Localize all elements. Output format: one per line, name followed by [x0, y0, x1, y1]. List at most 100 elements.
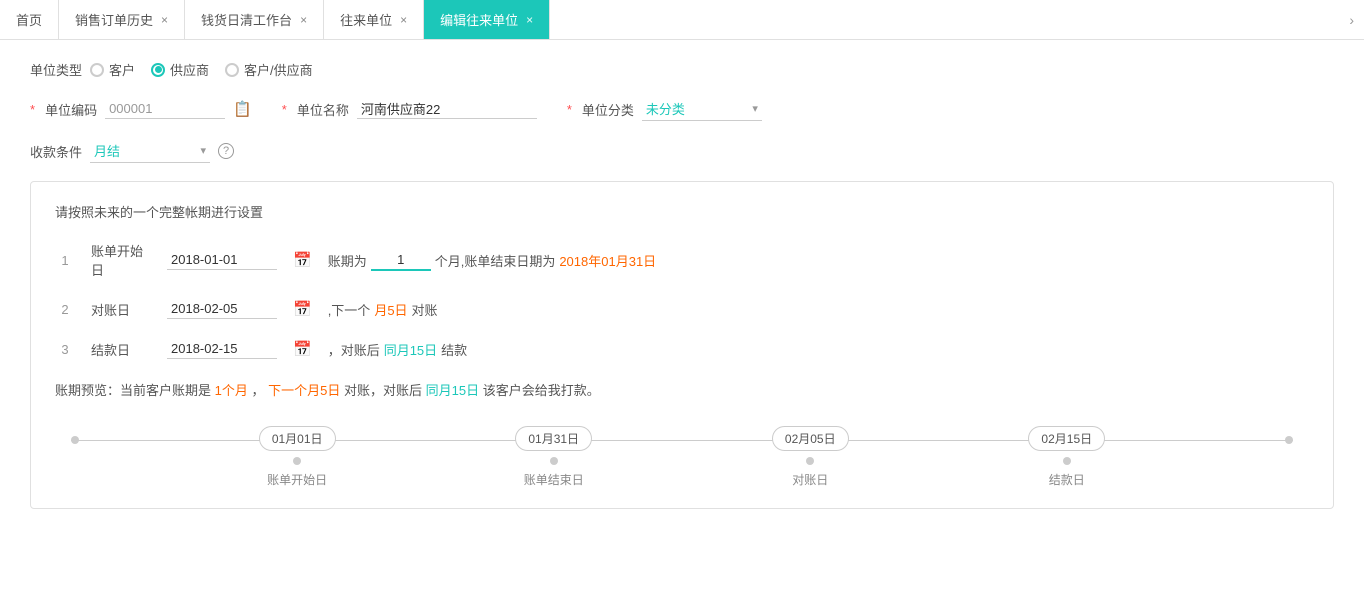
row1-cal-icon[interactable]: 📅	[293, 251, 312, 269]
radio-customer-label: 客户	[109, 60, 135, 79]
timeline-dot-4	[1063, 457, 1071, 465]
payment-select-arrow: ▾	[200, 144, 206, 157]
account-date-row: 2 对账日 📅 ,下一个 月5日 对账	[55, 299, 1309, 319]
tab-sales-history-label: 销售订单历史	[75, 10, 153, 29]
timeline-label-2: 01月31日	[515, 426, 592, 451]
unit-type-row: 单位类型 客户 供应商 客户/供应商	[30, 60, 1334, 79]
period-input[interactable]	[371, 250, 431, 271]
radio-customer-circle	[90, 63, 104, 77]
row3-label: 结款日	[91, 340, 151, 359]
radio-both[interactable]: 客户/供应商	[225, 60, 313, 79]
radio-both-label: 客户/供应商	[244, 60, 313, 79]
unit-name-star: *	[282, 102, 287, 117]
radio-both-circle	[225, 63, 239, 77]
period-box: 请按照未来的一个完整帐期进行设置 1 账单开始日 📅 账期为 个月,账单结束日期…	[30, 181, 1334, 509]
preview-prefix: 账期预览：当前客户账期是	[55, 383, 211, 398]
tab-cashwork-label: 钱货日清工作台	[201, 10, 292, 29]
timeline-label-3: 02月05日	[772, 426, 849, 451]
tab-unit-label: 往来单位	[340, 10, 392, 29]
box-title: 请按照未来的一个完整帐期进行设置	[55, 202, 1309, 221]
payment-select[interactable]: 月结 ▾	[90, 139, 210, 163]
preview-part3: 同月15日	[426, 383, 479, 398]
row2-cal-icon[interactable]: 📅	[293, 300, 312, 318]
unit-type-radio-group: 客户 供应商 客户/供应商	[90, 60, 313, 79]
unit-category-value: 未分类	[646, 99, 748, 118]
unit-category-label: 单位分类	[582, 100, 634, 119]
timeline-right-dot	[1285, 436, 1293, 444]
tab-sales-history[interactable]: 销售订单历史 ×	[59, 0, 185, 39]
row2-date-input[interactable]	[167, 299, 277, 319]
unit-category-star: *	[567, 102, 572, 117]
timeline-point-2: 01月31日 账单结束日	[515, 426, 592, 488]
timeline-point-4: 02月15日 结款日	[1028, 426, 1105, 488]
main-content: 单位类型 客户 供应商 客户/供应商 * 单位编码	[0, 40, 1364, 608]
row3-prefix: ，对账后	[328, 340, 380, 359]
tab-cashwork-close[interactable]: ×	[300, 13, 307, 27]
row1-num: 1	[55, 253, 75, 268]
unit-type-field: 单位类型 客户 供应商 客户/供应商	[30, 60, 313, 79]
tab-home-label: 首页	[16, 10, 42, 29]
unit-code-icon[interactable]: 📋	[233, 100, 252, 118]
timeline-dot-2	[550, 457, 558, 465]
tab-sales-history-close[interactable]: ×	[161, 13, 168, 27]
row3-date-input[interactable]	[167, 339, 277, 359]
row3-desc: ，对账后 同月15日 结款	[328, 340, 468, 359]
row2-desc: ,下一个 月5日 对账	[328, 300, 438, 319]
period-unit-text: 个月,账单结束日期为	[435, 251, 556, 270]
row2-label: 对账日	[91, 300, 151, 319]
payment-help-icon[interactable]: ?	[218, 143, 234, 159]
unit-category-field: * 单位分类 未分类 ▾	[567, 97, 762, 121]
payment-field: 收款条件 月结 ▾ ?	[30, 139, 234, 163]
timeline-point-1: 01月01日 账单开始日	[259, 426, 336, 488]
row2-prefix: ,下一个	[328, 300, 371, 319]
tab-edit-unit-close[interactable]: ×	[526, 13, 533, 27]
payment-row: 收款条件 月结 ▾ ?	[30, 139, 1334, 163]
unit-category-select[interactable]: 未分类 ▾	[642, 97, 762, 121]
tab-edit-unit-label: 编辑往来单位	[440, 10, 518, 29]
timeline-right-end	[1285, 426, 1293, 444]
payment-value: 月结	[94, 141, 196, 160]
tab-home[interactable]: 首页	[0, 0, 59, 39]
unit-code-label: 单位编码	[45, 100, 97, 119]
tab-bar: 首页 销售订单历史 × 钱货日清工作台 × 往来单位 × 编辑往来单位 × ›	[0, 0, 1364, 40]
preview-part2: 下一个月5日	[268, 383, 340, 398]
preview-text: 账期预览：当前客户账期是 1个月 ， 下一个月5日 对账，对账后 同月15日 该…	[55, 379, 1309, 402]
row1-label: 账单开始日	[91, 241, 151, 279]
timeline-left-end	[71, 426, 79, 444]
row3-num: 3	[55, 342, 75, 357]
tab-edit-unit[interactable]: 编辑往来单位 ×	[424, 0, 550, 39]
payment-label: 收款条件	[30, 142, 82, 161]
timeline-points: 01月01日 账单开始日 01月31日 账单结束日 02月05日 对账日	[71, 426, 1293, 488]
unit-name-field: * 单位名称	[282, 99, 537, 119]
radio-supplier[interactable]: 供应商	[151, 60, 209, 79]
settlement-row: 3 结款日 📅 ，对账后 同月15日 结款	[55, 339, 1309, 359]
row3-highlight: 同月15日	[384, 340, 437, 359]
row2-suffix: 对账	[412, 300, 438, 319]
row2-highlight: 月5日	[374, 300, 407, 319]
row3-suffix: 结款	[441, 340, 467, 359]
unit-code-star: *	[30, 102, 35, 117]
radio-customer[interactable]: 客户	[90, 60, 135, 79]
row1-date-input[interactable]	[167, 250, 277, 270]
timeline-left-dot	[71, 436, 79, 444]
unit-code-field: * 单位编码 📋	[30, 99, 252, 119]
row3-cal-icon[interactable]: 📅	[293, 340, 312, 358]
timeline-wrapper: 01月01日 账单开始日 01月31日 账单结束日 02月05日 对账日	[55, 426, 1309, 488]
timeline-point-3: 02月05日 对账日	[772, 426, 849, 488]
timeline-label-1: 01月01日	[259, 426, 336, 451]
timeline-label-4: 02月15日	[1028, 426, 1105, 451]
unit-code-input[interactable]	[105, 99, 225, 119]
preview-part1: 1个月	[215, 383, 248, 398]
unit-info-row: * 单位编码 📋 * 单位名称 * 单位分类 未分类 ▾	[30, 97, 1334, 121]
unit-category-arrow: ▾	[752, 102, 758, 115]
timeline-sublabel-3: 对账日	[792, 471, 828, 488]
timeline-sublabel-1: 账单开始日	[267, 471, 327, 488]
tab-cashwork[interactable]: 钱货日清工作台 ×	[185, 0, 324, 39]
radio-supplier-circle	[151, 63, 165, 77]
tab-unit[interactable]: 往来单位 ×	[324, 0, 424, 39]
unit-name-input[interactable]	[357, 99, 537, 119]
timeline-sublabel-2: 账单结束日	[524, 471, 584, 488]
tab-more-arrow[interactable]: ›	[1339, 12, 1364, 28]
tab-unit-close[interactable]: ×	[400, 13, 407, 27]
account-start-row: 1 账单开始日 📅 账期为 个月,账单结束日期为 2018年01月31日	[55, 241, 1309, 279]
